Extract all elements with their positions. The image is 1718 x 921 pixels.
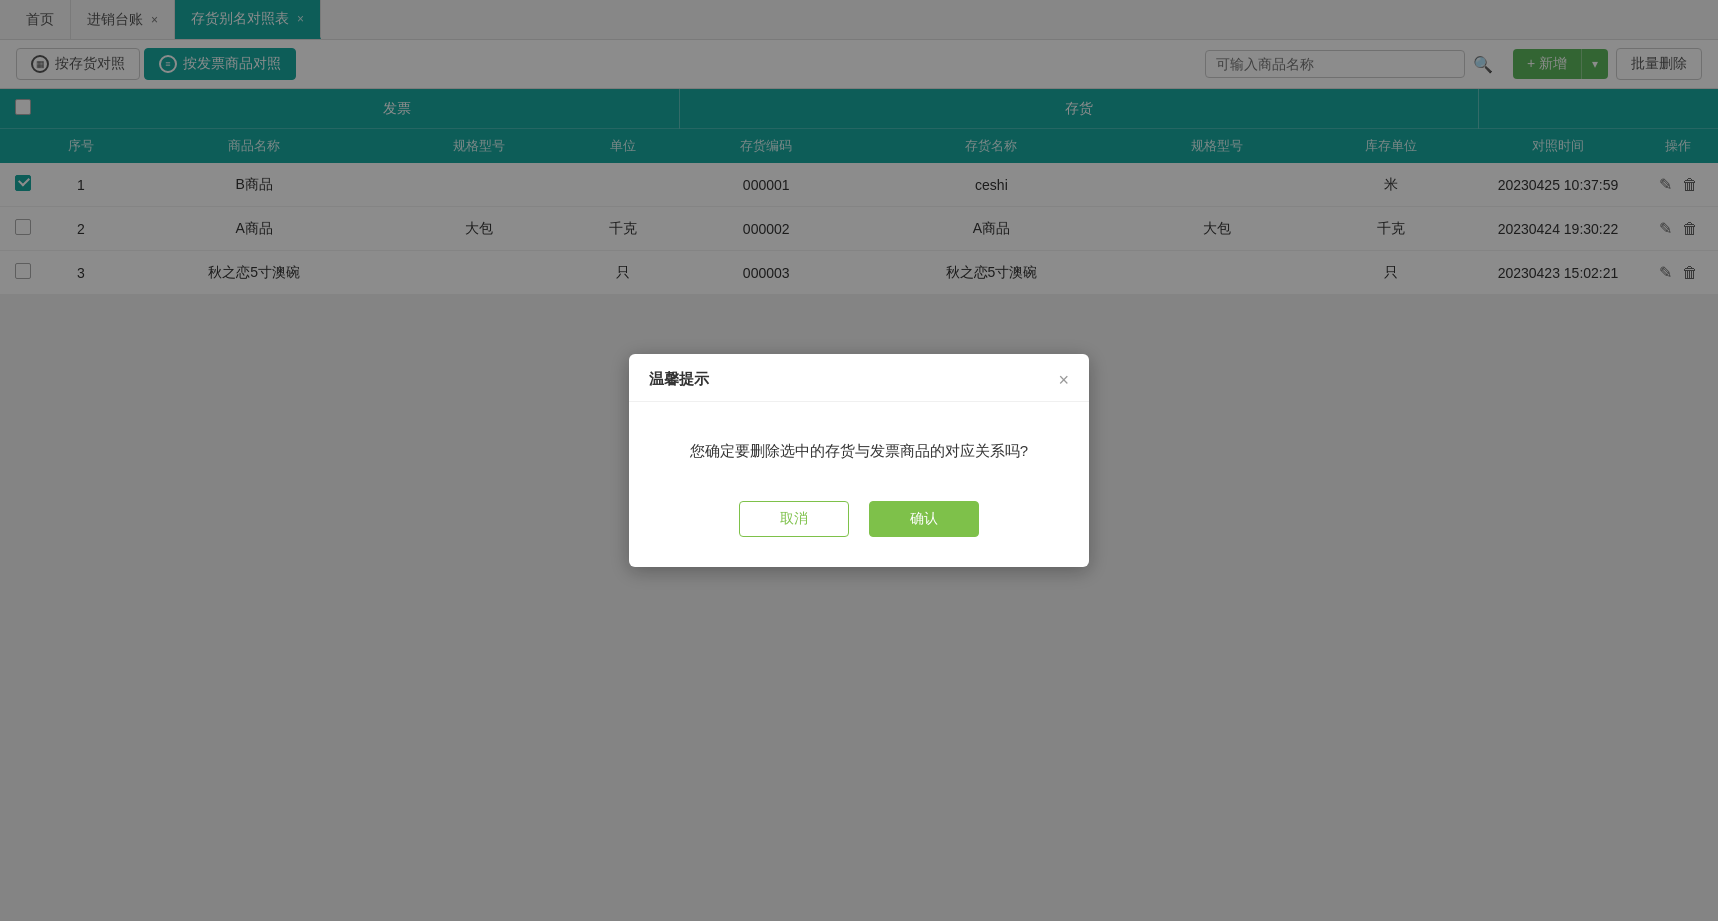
modal-overlay: 温馨提示 × 您确定要删除选中的存货与发票商品的对应关系吗? 取消 确认	[0, 0, 1718, 295]
